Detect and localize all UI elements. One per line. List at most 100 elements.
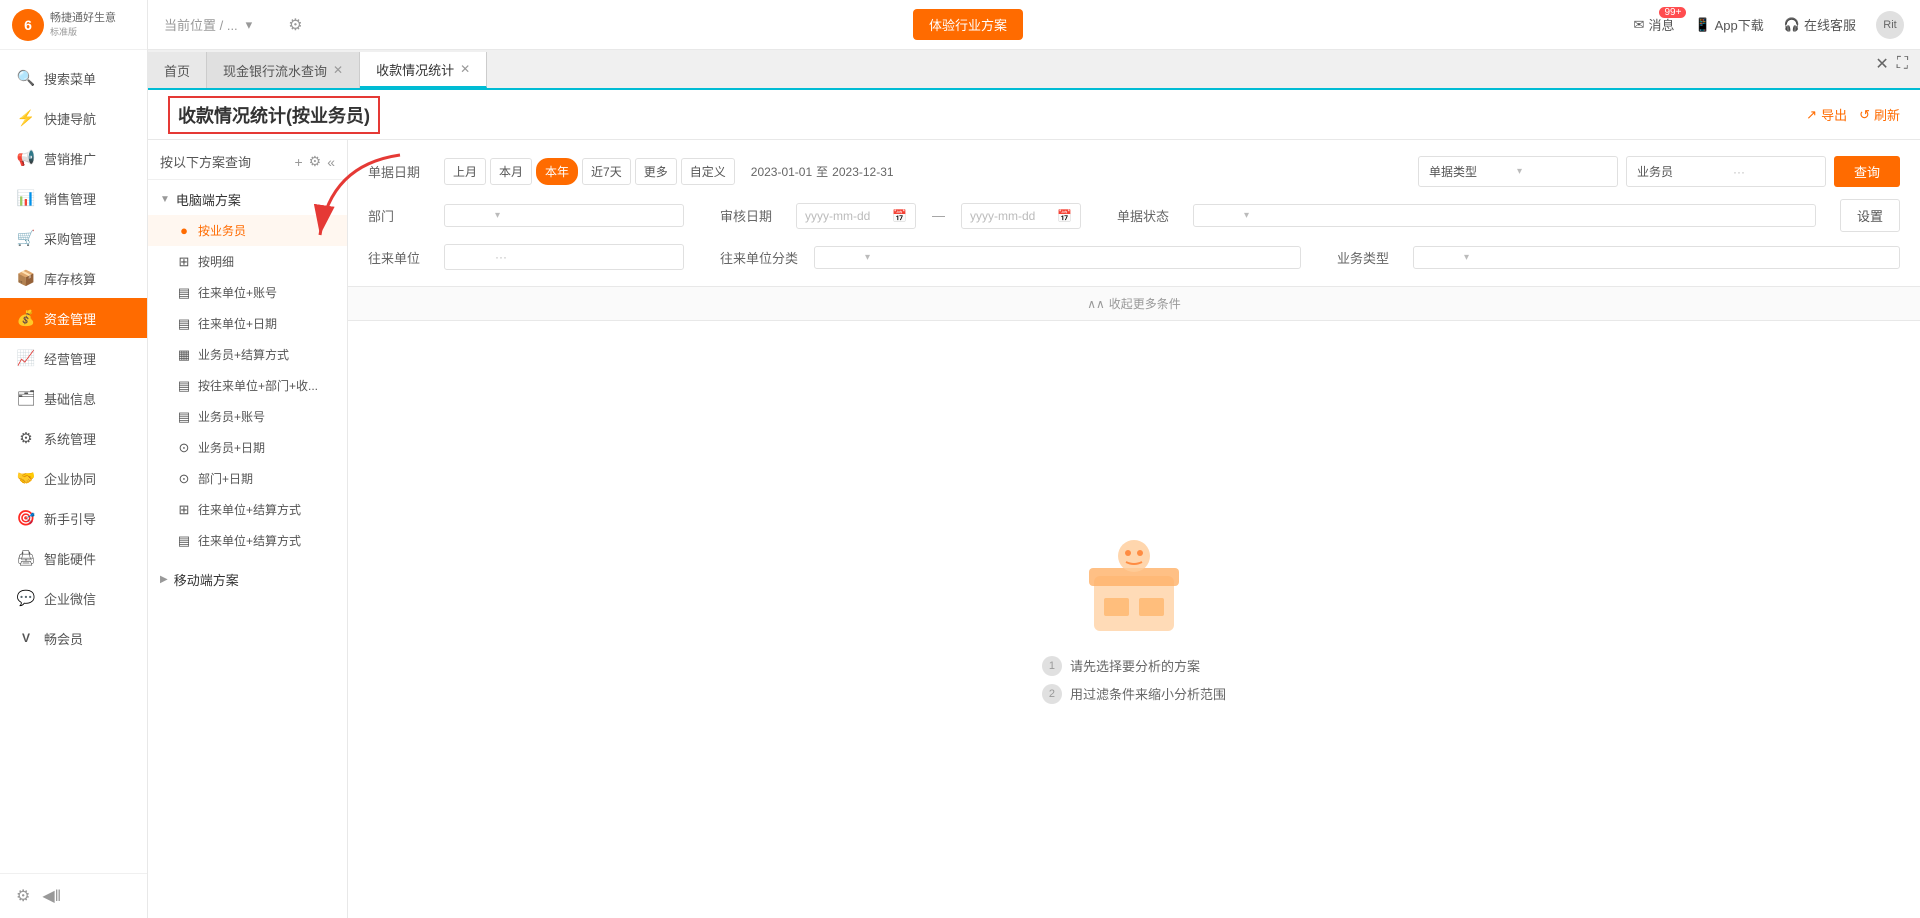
close-all-tabs-button[interactable]: ✕ — [1875, 54, 1888, 74]
trial-button[interactable]: 体验行业方案 — [913, 9, 1023, 40]
document-type-select[interactable]: 单据类型 ▾ — [1418, 156, 1618, 187]
step-1-number: 1 — [1042, 656, 1062, 676]
partner-filter-label: 往来单位 — [368, 248, 428, 267]
scheme-item-dept-date[interactable]: ⊙ 部门+日期 — [148, 463, 347, 494]
logo-name: 畅捷通好生意 — [50, 11, 116, 25]
scheme-item-label: 业务员+日期 — [198, 439, 265, 456]
sidebar-item-label: 库存核算 — [44, 269, 96, 288]
tab-collection-stats-close-icon[interactable]: ✕ — [460, 62, 470, 76]
sidebar-item-basic[interactable]: 🗂 基础信息 — [0, 378, 147, 418]
scheme-item-salesperson-account[interactable]: ▤ 业务员+账号 — [148, 401, 347, 432]
app-icon: 📱 — [1694, 17, 1710, 33]
calendar-end-icon[interactable]: 📅 — [1057, 209, 1072, 223]
doc-status-select[interactable]: ▾ — [1193, 204, 1816, 227]
sidebar-item-label: 畅会员 — [44, 629, 83, 648]
header-gear-icon[interactable]: ⚙ — [288, 15, 302, 35]
last-7-days-btn[interactable]: 近7天 — [582, 158, 631, 185]
collapse-panel-button[interactable]: « — [327, 153, 335, 170]
sidebar-item-inventory[interactable]: 📦 库存核算 — [0, 258, 147, 298]
search-icon: 🔍 — [16, 68, 36, 88]
message-button[interactable]: ✉ 消息 99+ — [1634, 15, 1675, 34]
settings-button[interactable]: 设置 — [1840, 199, 1900, 232]
breadcrumb-dropdown-icon[interactable]: ▾ — [246, 17, 253, 33]
scheme-item-partner-settlement2[interactable]: ▤ 往来单位+结算方式 — [148, 525, 347, 556]
business-type-select[interactable]: ▾ — [1413, 246, 1900, 269]
this-year-btn[interactable]: 本年 — [536, 158, 578, 185]
maximize-button[interactable]: ⛶ — [1897, 54, 1908, 74]
review-date-start-input[interactable]: yyyy-mm-dd 📅 — [796, 203, 916, 229]
sidebar-item-wechat[interactable]: 💬 企业微信 — [0, 578, 147, 618]
sidebar-logo: 6 畅捷通好生意 标准版 — [0, 0, 147, 50]
detail-scheme-icon: ⊞ — [176, 254, 192, 270]
logo-icon: 6 — [12, 9, 44, 41]
collapse-sidebar-icon[interactable]: ◀‖ — [42, 886, 61, 906]
right-panel: 单据日期 上月 本月 本年 近7天 更多 自定义 2023-01-01 至 — [348, 140, 1920, 918]
scheme-item-label: 按业务员 — [198, 222, 246, 239]
app-download-button[interactable]: 📱 App下载 — [1694, 15, 1763, 34]
custom-date-btn[interactable]: 自定义 — [681, 158, 735, 185]
partner-select[interactable]: ··· — [444, 244, 684, 270]
desktop-scheme-items: ● 按业务员 ⊞ 按明细 ▤ 往来单位+账号 ▤ — [148, 215, 347, 556]
tab-home-label: 首页 — [164, 61, 190, 80]
settings-icon[interactable]: ⚙ — [16, 886, 30, 906]
collapse-filter-bar[interactable]: ∧∧ 收起更多条件 — [348, 287, 1920, 321]
scheme-item-by-detail[interactable]: ⊞ 按明细 — [148, 246, 347, 277]
sidebar-item-purchase[interactable]: 🛒 采购管理 — [0, 218, 147, 258]
tab-home[interactable]: 首页 — [148, 52, 207, 88]
scheme-item-partner-dept-collect[interactable]: ▤ 按往来单位+部门+收... — [148, 370, 347, 401]
tab-bank-flow-close-icon[interactable]: ✕ — [333, 63, 343, 77]
last-month-btn[interactable]: 上月 — [444, 158, 486, 185]
this-month-btn[interactable]: 本月 — [490, 158, 532, 185]
hardware-icon: 🖨 — [16, 548, 36, 568]
review-date-end-input[interactable]: yyyy-mm-dd 📅 — [961, 203, 1081, 229]
empty-illustration-svg — [1074, 536, 1194, 636]
sidebar-item-label: 营销推广 — [44, 149, 96, 168]
scheme-item-partner-date[interactable]: ▤ 往来单位+日期 — [148, 308, 347, 339]
sidebar-item-quick-nav[interactable]: ⚡ 快捷导航 — [0, 98, 147, 138]
user-avatar[interactable]: Rit — [1876, 11, 1904, 39]
sidebar-item-guide[interactable]: 🎯 新手引导 — [0, 498, 147, 538]
tab-collection-stats[interactable]: 收款情况统计 ✕ — [360, 52, 487, 88]
sidebar-item-label: 智能硬件 — [44, 549, 96, 568]
scheme-item-salesperson-date[interactable]: ⊙ 业务员+日期 — [148, 432, 347, 463]
dept-select[interactable]: ▾ — [444, 204, 684, 227]
sidebar-item-member[interactable]: V 畅会员 — [0, 618, 147, 658]
calendar-start-icon[interactable]: 📅 — [892, 209, 907, 223]
main-content: 当前位置 / ... ▾ ⚙ 体验行业方案 ✉ 消息 99+ 📱 App下载 🎧… — [148, 0, 1920, 918]
sidebar-item-finance[interactable]: 💰 资金管理 — [0, 298, 147, 338]
customer-service-button[interactable]: 🎧 在线客服 — [1784, 15, 1856, 34]
sidebar-item-system[interactable]: ⚙ 系统管理 — [0, 418, 147, 458]
empty-illustration — [1074, 536, 1194, 636]
scheme-item-partner-settlement[interactable]: ⊞ 往来单位+结算方式 — [148, 494, 347, 525]
scheme-item-label: 往来单位+账号 — [198, 284, 277, 301]
salesperson-select[interactable]: 业务员 ··· — [1626, 156, 1826, 187]
refresh-button[interactable]: ↺ 刷新 — [1859, 105, 1900, 124]
page-actions: ↗ 导出 ↺ 刷新 — [1806, 105, 1900, 124]
sidebar-item-enterprise[interactable]: 🤝 企业协同 — [0, 458, 147, 498]
more-date-btn[interactable]: 更多 — [635, 158, 677, 185]
guide-icon: 🎯 — [16, 508, 36, 528]
partner-category-select[interactable]: ▾ — [814, 246, 1301, 269]
sidebar: 6 畅捷通好生意 标准版 🔍 搜索菜单 ⚡ 快捷导航 📢 营销推广 📊 销售管理… — [0, 0, 148, 918]
sidebar-item-search[interactable]: 🔍 搜索菜单 — [0, 58, 147, 98]
sidebar-item-sales[interactable]: 📊 销售管理 — [0, 178, 147, 218]
scheme-settings-button[interactable]: ⚙ — [309, 153, 322, 170]
sidebar-item-marketing[interactable]: 📢 营销推广 — [0, 138, 147, 178]
sidebar-item-label: 新手引导 — [44, 509, 96, 528]
query-button[interactable]: 查询 — [1834, 156, 1900, 187]
add-scheme-button[interactable]: + — [294, 153, 302, 170]
doc-status-label: 单据状态 — [1117, 206, 1177, 225]
mobile-scheme-group-header[interactable]: ▶ 移动端方案 — [148, 564, 347, 595]
desktop-scheme-group-header[interactable]: ▼ 电脑端方案 — [148, 184, 347, 215]
scheme-item-partner-account[interactable]: ▤ 往来单位+账号 — [148, 277, 347, 308]
scheme-item-label: 往来单位+日期 — [198, 315, 277, 332]
tab-bank-flow[interactable]: 现金银行流水查询 ✕ — [207, 52, 360, 88]
scheme-item-salesperson-settlement[interactable]: ▦ 业务员+结算方式 — [148, 339, 347, 370]
empty-step-1: 1 请先选择要分析的方案 — [1042, 656, 1226, 676]
service-label: 在线客服 — [1804, 15, 1856, 34]
sidebar-item-hardware[interactable]: 🖨 智能硬件 — [0, 538, 147, 578]
sidebar-item-operation[interactable]: 📈 经营管理 — [0, 338, 147, 378]
export-button[interactable]: ↗ 导出 — [1806, 105, 1847, 124]
logo-badge: 标准版 — [50, 25, 116, 38]
scheme-item-by-salesperson[interactable]: ● 按业务员 — [148, 215, 347, 246]
